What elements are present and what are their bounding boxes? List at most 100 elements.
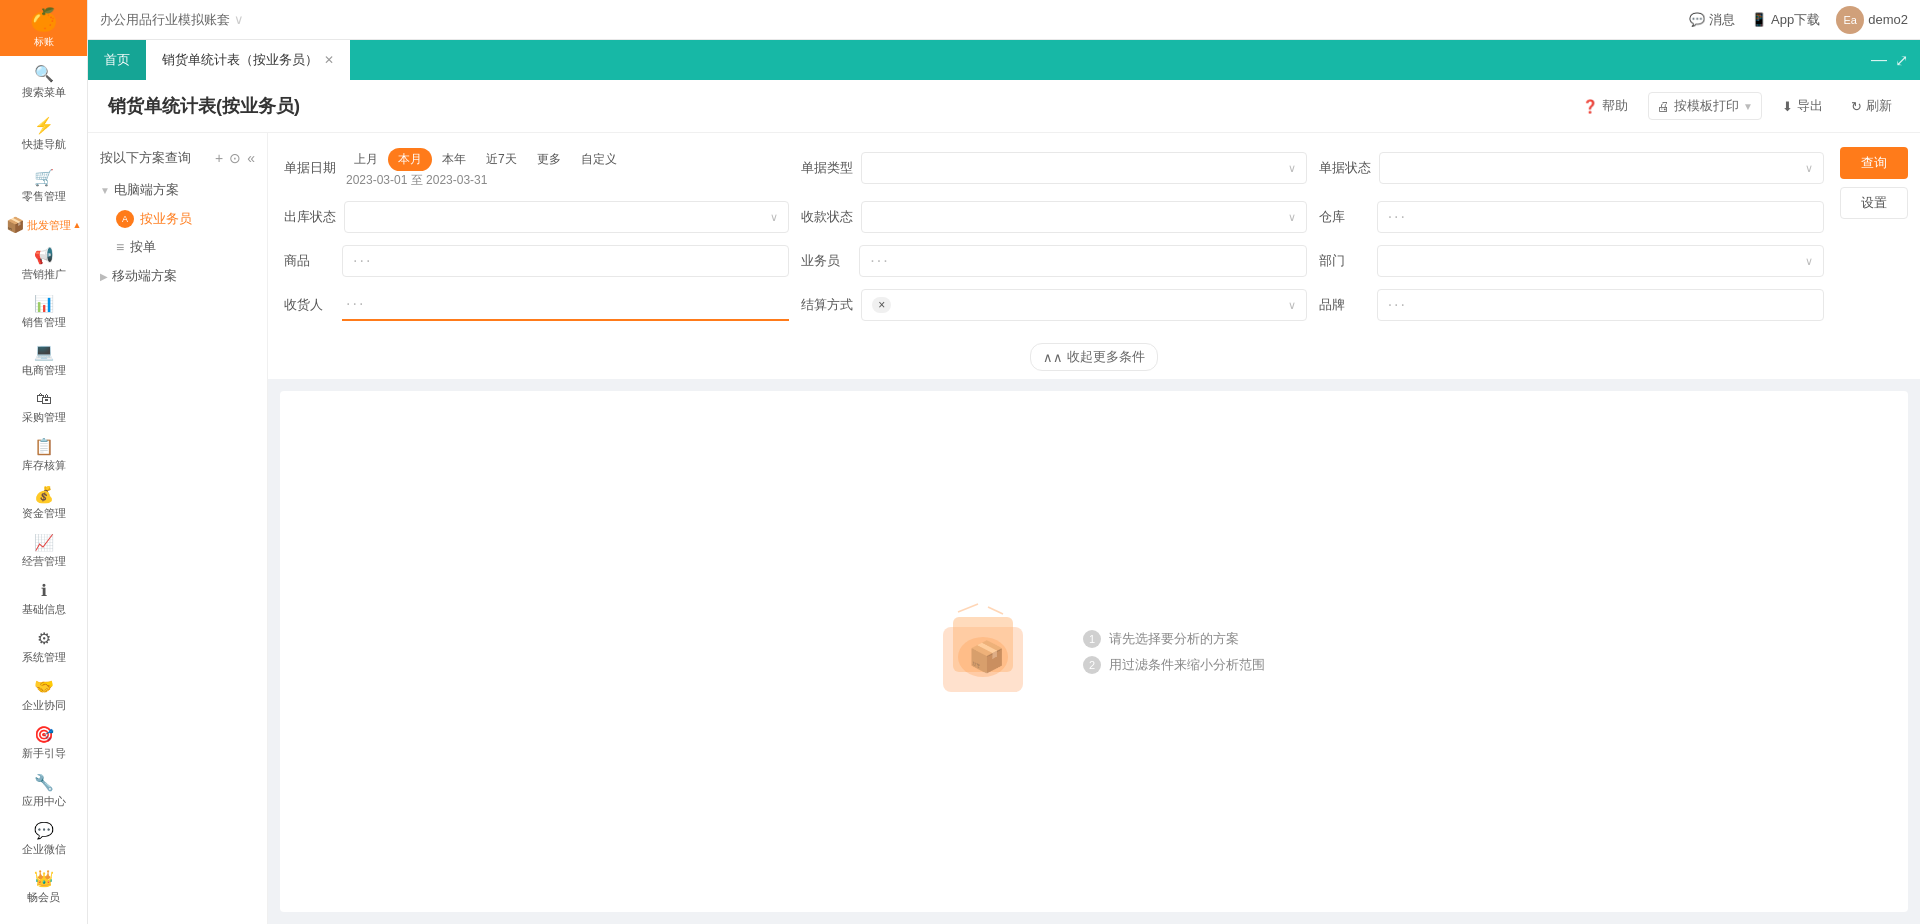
print-label: 按模板打印 [1674,97,1739,115]
doc-type-select[interactable]: ∨ [861,152,1306,184]
user-profile-btn[interactable]: Ea demo2 [1836,6,1908,34]
step-2-text: 用过滤条件来缩小分析范围 [1109,656,1265,674]
tab-home[interactable]: 首页 [88,40,146,80]
filter-row-4: 收货人 ··· 结算方式 × [284,289,1824,321]
brand-dots: ··· [1388,296,1407,314]
panel-edit-icon[interactable]: ⊙ [229,150,241,166]
finance-icon: 💰 [34,485,54,504]
tab-sales-stats[interactable]: 销货单统计表（按业务员） ✕ [146,40,350,80]
settlement-clear-tag[interactable]: × [872,297,891,313]
reset-button[interactable]: 设置 [1840,187,1908,219]
sidebar-item-label: 营销推广 [22,267,66,282]
payment-status-select[interactable]: ∨ [861,201,1306,233]
help-btn[interactable]: ❓ 帮助 [1574,93,1636,119]
export-btn[interactable]: ⬇ 导出 [1774,93,1831,119]
sidebar-item-enterprise[interactable]: 🤝 企业协同 [0,669,88,717]
date-tab-this-month[interactable]: 本月 [388,148,432,171]
collapse-btn[interactable]: ∧∧ 收起更多条件 [1030,343,1158,371]
consignee-dots: ··· [346,295,365,313]
tab-close-btn[interactable]: ✕ [324,53,334,67]
consignee-input[interactable]: ··· [342,289,789,321]
sidebar-item-finance[interactable]: 💰 资金管理 [0,477,88,525]
query-button[interactable]: 查询 [1840,147,1908,179]
sidebar-item-inventory[interactable]: 📋 库存核算 [0,429,88,477]
sidebar-item-search[interactable]: 🔍 搜索菜单 [0,56,88,108]
settlement-value: × [878,298,885,312]
sidebar-item-marketing[interactable]: 📢 营销推广 [0,238,88,286]
sidebar-item-ecommerce[interactable]: 💻 电商管理 [0,334,88,382]
ecommerce-icon: 💻 [34,342,54,361]
tree-section-pc[interactable]: ▼ 电脑端方案 [88,175,267,205]
date-tab-more[interactable]: 更多 [527,147,571,172]
date-tab-custom[interactable]: 自定义 [571,147,627,172]
tab-minimize-btn[interactable]: — [1871,51,1887,69]
svg-line-4 [958,604,978,612]
print-dropdown-icon: ▼ [1743,101,1753,112]
doc-type-label: 单据类型 [801,159,853,177]
panel-header-icons: + ⊙ « [215,150,255,166]
refresh-icon: ↻ [1851,99,1862,114]
sidebar-item-basic[interactable]: ℹ 基础信息 [0,573,88,621]
filter-left: 单据日期 上月 本月 本年 近7天 更多 自定义 [268,133,1840,335]
sub-item-by-salesperson[interactable]: A 按业务员 [88,205,267,233]
salesperson-input[interactable]: ··· [859,245,1306,277]
warehouse-input[interactable]: ··· [1377,201,1824,233]
sidebar-logo[interactable]: 🍊 标账 [0,0,88,56]
tab-expand-btn[interactable]: ⤢ [1895,51,1908,70]
tree-section-mobile[interactable]: ▶ 移动端方案 [88,261,267,291]
step-num-1: 1 [1083,630,1101,648]
payment-status-arrow: ∨ [1288,211,1296,224]
goods-label: 商品 [284,252,334,270]
sidebar-item-member[interactable]: 👑 畅会员 [0,861,88,909]
department-select[interactable]: ∨ [1377,245,1824,277]
sidebar-item-purchase[interactable]: 🛍 采购管理 [0,382,88,429]
date-tab-last-month[interactable]: 上月 [344,147,388,172]
panel-collapse-icon[interactable]: « [247,150,255,166]
operations-icon: 📈 [34,533,54,552]
sidebar-item-label: 经营管理 [22,554,66,569]
step-num-2: 2 [1083,656,1101,674]
date-tab-this-year[interactable]: 本年 [432,147,476,172]
sidebar-item-sales[interactable]: 📊 销售管理 [0,286,88,334]
marketing-icon: 📢 [34,246,54,265]
goods-input[interactable]: ··· [342,245,789,277]
sidebar-item-operations[interactable]: 📈 经营管理 [0,525,88,573]
sidebar-item-retail[interactable]: 🛒 零售管理 [0,160,88,208]
sidebar-item-quicknav[interactable]: ⚡ 快捷导航 [0,108,88,160]
svg-line-5 [988,607,1003,614]
sidebar-item-label: 销售管理 [22,315,66,330]
date-range-display: 2023-03-01 至 2023-03-31 [344,172,789,189]
topbar: 办公用品行业模拟账套 ∨ 💬 消息 📱 App下载 Ea demo2 [88,0,1920,40]
consignee-label: 收货人 [284,296,334,314]
brand-input[interactable]: ··· [1377,289,1824,321]
date-tab-7days[interactable]: 近7天 [476,147,527,172]
app-download-btn[interactable]: 📱 App下载 [1751,11,1820,29]
sub-item-by-order[interactable]: ≡ 按单 [88,233,267,261]
sidebar-item-newbie[interactable]: 🎯 新手引导 [0,717,88,765]
department-arrow: ∨ [1805,255,1813,268]
sidebar-item-apps[interactable]: 🔧 应用中心 [0,765,88,813]
panel-add-icon[interactable]: + [215,150,223,166]
goods-group: 商品 ··· [284,245,789,277]
out-status-select[interactable]: ∨ [344,201,789,233]
sidebar-item-wechat[interactable]: 💬 企业微信 [0,813,88,861]
settlement-select[interactable]: × ∨ [861,289,1306,321]
sidebar-item-label: 批发管理 [27,218,71,233]
refresh-btn[interactable]: ↻ 刷新 [1843,93,1900,119]
print-btn[interactable]: 🖨 按模板打印 ▼ [1648,92,1762,120]
messages-btn[interactable]: 💬 消息 [1689,11,1735,29]
salesperson-group: 业务员 ··· [801,245,1306,277]
sidebar-item-system[interactable]: ⚙ 系统管理 [0,621,88,669]
app-download-label: App下载 [1771,11,1820,29]
breadcrumb: 办公用品行业模拟账套 ∨ [100,11,1681,29]
inventory-icon: 📋 [34,437,54,456]
enterprise-icon: 🤝 [34,677,54,696]
department-label: 部门 [1319,252,1369,270]
page-header-actions: ❓ 帮助 🖨 按模板打印 ▼ ⬇ 导出 ↻ 刷新 [1574,92,1900,120]
empty-step-1: 1 请先选择要分析的方案 [1083,630,1265,648]
sidebar-item-label: 系统管理 [22,650,66,665]
doc-status-select[interactable]: ∨ [1379,152,1824,184]
sidebar-item-wholesale[interactable]: 📦 批发管理 ▲ [0,208,88,238]
sidebar-item-label: 库存核算 [22,458,66,473]
warehouse-label: 仓库 [1319,208,1369,226]
